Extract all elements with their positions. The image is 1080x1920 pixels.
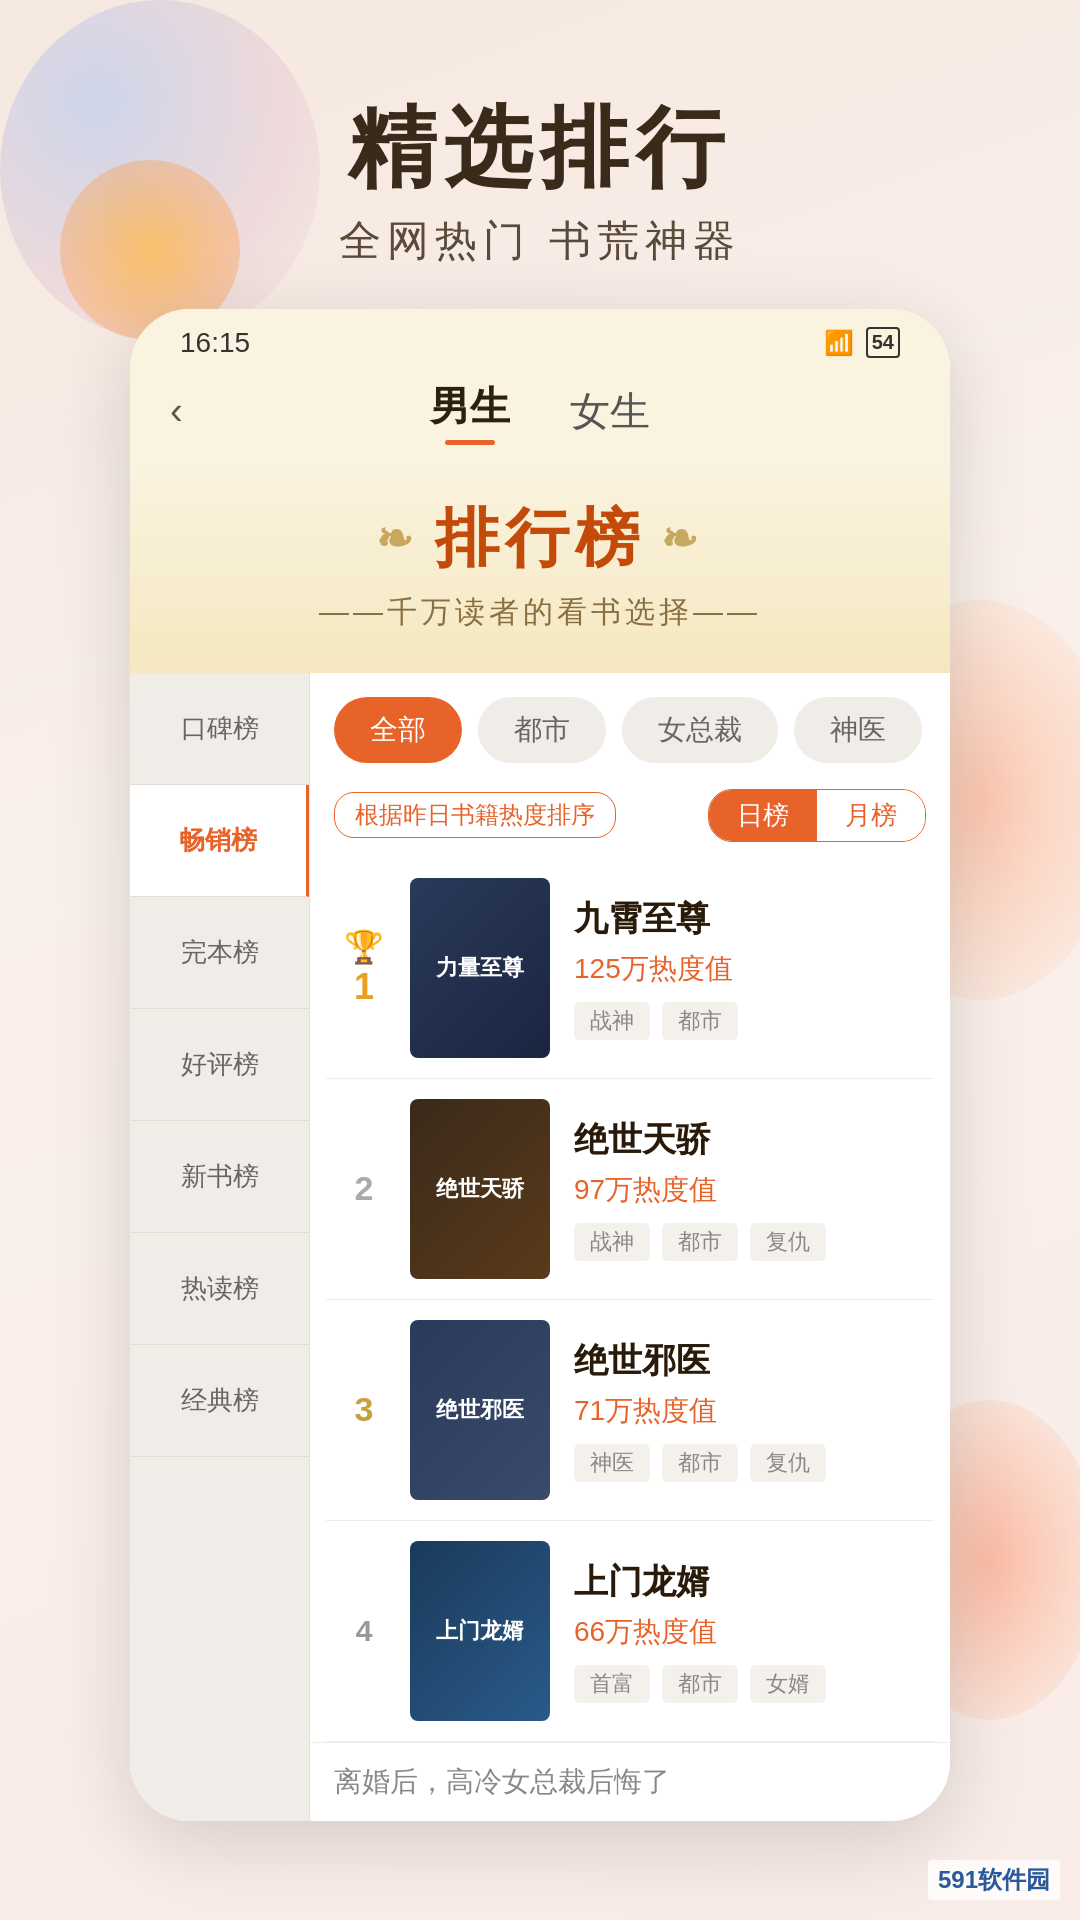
sidebar-item-redu[interactable]: 热读榜: [130, 1233, 309, 1345]
book-tags-1: 战神 都市: [574, 1002, 926, 1040]
main-content: 全部 都市 女总裁 神医 根据昨日书籍热度排序 日榜 月榜 🏆: [310, 673, 950, 1821]
book-info-2: 绝世天骄 97万热度值 战神 都市 复仇: [566, 1117, 926, 1261]
nav-tabs: 男生 女生: [430, 379, 650, 445]
page-header: 精选排行 全网热门 书荒神器: [0, 0, 1080, 309]
book-item-4[interactable]: 4 上门龙婿 上门龙婿 66万热度值 首富 都市 女婿: [326, 1521, 934, 1742]
wifi-icon: 📶: [824, 329, 854, 357]
book-heat-1: 125万热度值: [574, 950, 926, 988]
banner-subtitle: ——千万读者的看书选择——: [130, 592, 950, 633]
book-info-3: 绝世邪医 71万热度值 神医 都市 复仇: [566, 1338, 926, 1482]
book-info-1: 九霄至尊 125万热度值 战神 都市: [566, 896, 926, 1040]
top-nav: ‹ 男生 女生: [130, 369, 950, 465]
book-heat-4: 66万热度值: [574, 1613, 926, 1651]
book-title-2: 绝世天骄: [574, 1117, 926, 1163]
bottom-teaser[interactable]: 离婚后，高冷女总裁后悔了: [310, 1742, 950, 1821]
banner-leaf-left: ❧: [376, 513, 419, 564]
book-item-3[interactable]: 3 绝世邪医 绝世邪医 71万热度值 神医 都市 复仇: [326, 1300, 934, 1521]
sort-tabs: 日榜 月榜: [708, 789, 926, 842]
watermark: 591软件园: [928, 1860, 1060, 1900]
sidebar-item-xinshu[interactable]: 新书榜: [130, 1121, 309, 1233]
book-item-2[interactable]: 2 绝世天骄 绝世天骄 97万热度值 战神 都市 复仇: [326, 1079, 934, 1300]
book-list: 🏆 1 力量至尊 九霄至尊 125万热度值 战神 都市: [310, 858, 950, 1742]
book-heat-2: 97万热度值: [574, 1171, 926, 1209]
book-cover-2: 绝世天骄: [410, 1099, 550, 1279]
rank-badge-1: 🏆 1: [334, 928, 394, 1008]
book-title-4: 上门龙婿: [574, 1559, 926, 1605]
book-title-3: 绝世邪医: [574, 1338, 926, 1384]
tab-male[interactable]: 男生: [430, 379, 510, 445]
filter-shenyi[interactable]: 神医: [794, 697, 922, 763]
phone-mockup: 16:15 📶 54 ‹ 男生 女生 ❧ 排行榜 ❧ ——千万读者的看书选择——: [130, 309, 950, 1821]
book-heat-3: 71万热度值: [574, 1392, 926, 1430]
sidebar-item-jingdian[interactable]: 经典榜: [130, 1345, 309, 1457]
sort-monthly[interactable]: 月榜: [817, 790, 925, 841]
sort-bar: 根据昨日书籍热度排序 日榜 月榜: [310, 779, 950, 858]
rank-badge-4: 4: [334, 1614, 394, 1648]
filter-nvzongcai[interactable]: 女总裁: [622, 697, 778, 763]
sidebar-item-wanben[interactable]: 完本榜: [130, 897, 309, 1009]
battery-icon: 54: [866, 327, 900, 358]
filter-all[interactable]: 全部: [334, 697, 462, 763]
content-area: 口碑榜 畅销榜 完本榜 好评榜 新书榜 热读榜 经典榜 全部 都市 女总裁 神医…: [130, 673, 950, 1821]
rank-badge-3: 3: [334, 1390, 394, 1429]
sidebar-item-changxiao[interactable]: 畅销榜: [130, 785, 309, 897]
filter-dushi[interactable]: 都市: [478, 697, 606, 763]
banner: ❧ 排行榜 ❧ ——千万读者的看书选择——: [130, 465, 950, 673]
book-cover-1: 力量至尊: [410, 878, 550, 1058]
book-cover-3: 绝世邪医: [410, 1320, 550, 1500]
page-subtitle: 全网热门 书荒神器: [0, 213, 1080, 269]
tab-female[interactable]: 女生: [570, 384, 650, 439]
book-info-4: 上门龙婿 66万热度值 首富 都市 女婿: [566, 1559, 926, 1703]
banner-title: ❧ 排行榜 ❧: [130, 495, 950, 582]
page-title: 精选排行: [0, 100, 1080, 197]
book-item-1[interactable]: 🏆 1 力量至尊 九霄至尊 125万热度值 战神 都市: [326, 858, 934, 1079]
book-title-1: 九霄至尊: [574, 896, 926, 942]
status-time: 16:15: [180, 327, 250, 359]
rank-badge-2: 2: [334, 1169, 394, 1208]
back-button[interactable]: ‹: [170, 390, 183, 433]
banner-leaf-right: ❧: [661, 513, 704, 564]
status-right: 📶 54: [824, 327, 900, 358]
book-tags-2: 战神 都市 复仇: [574, 1223, 926, 1261]
book-cover-4: 上门龙婿: [410, 1541, 550, 1721]
book-tags-3: 神医 都市 复仇: [574, 1444, 926, 1482]
filter-bar: 全部 都市 女总裁 神医: [310, 673, 950, 779]
status-bar: 16:15 📶 54: [130, 309, 950, 369]
sort-hint: 根据昨日书籍热度排序: [334, 792, 616, 838]
tab-underline: [445, 440, 495, 445]
sidebar-item-haoping[interactable]: 好评榜: [130, 1009, 309, 1121]
sidebar: 口碑榜 畅销榜 完本榜 好评榜 新书榜 热读榜 经典榜: [130, 673, 310, 1821]
sort-daily[interactable]: 日榜: [709, 790, 817, 841]
book-tags-4: 首富 都市 女婿: [574, 1665, 926, 1703]
sidebar-item-koubei[interactable]: 口碑榜: [130, 673, 309, 785]
